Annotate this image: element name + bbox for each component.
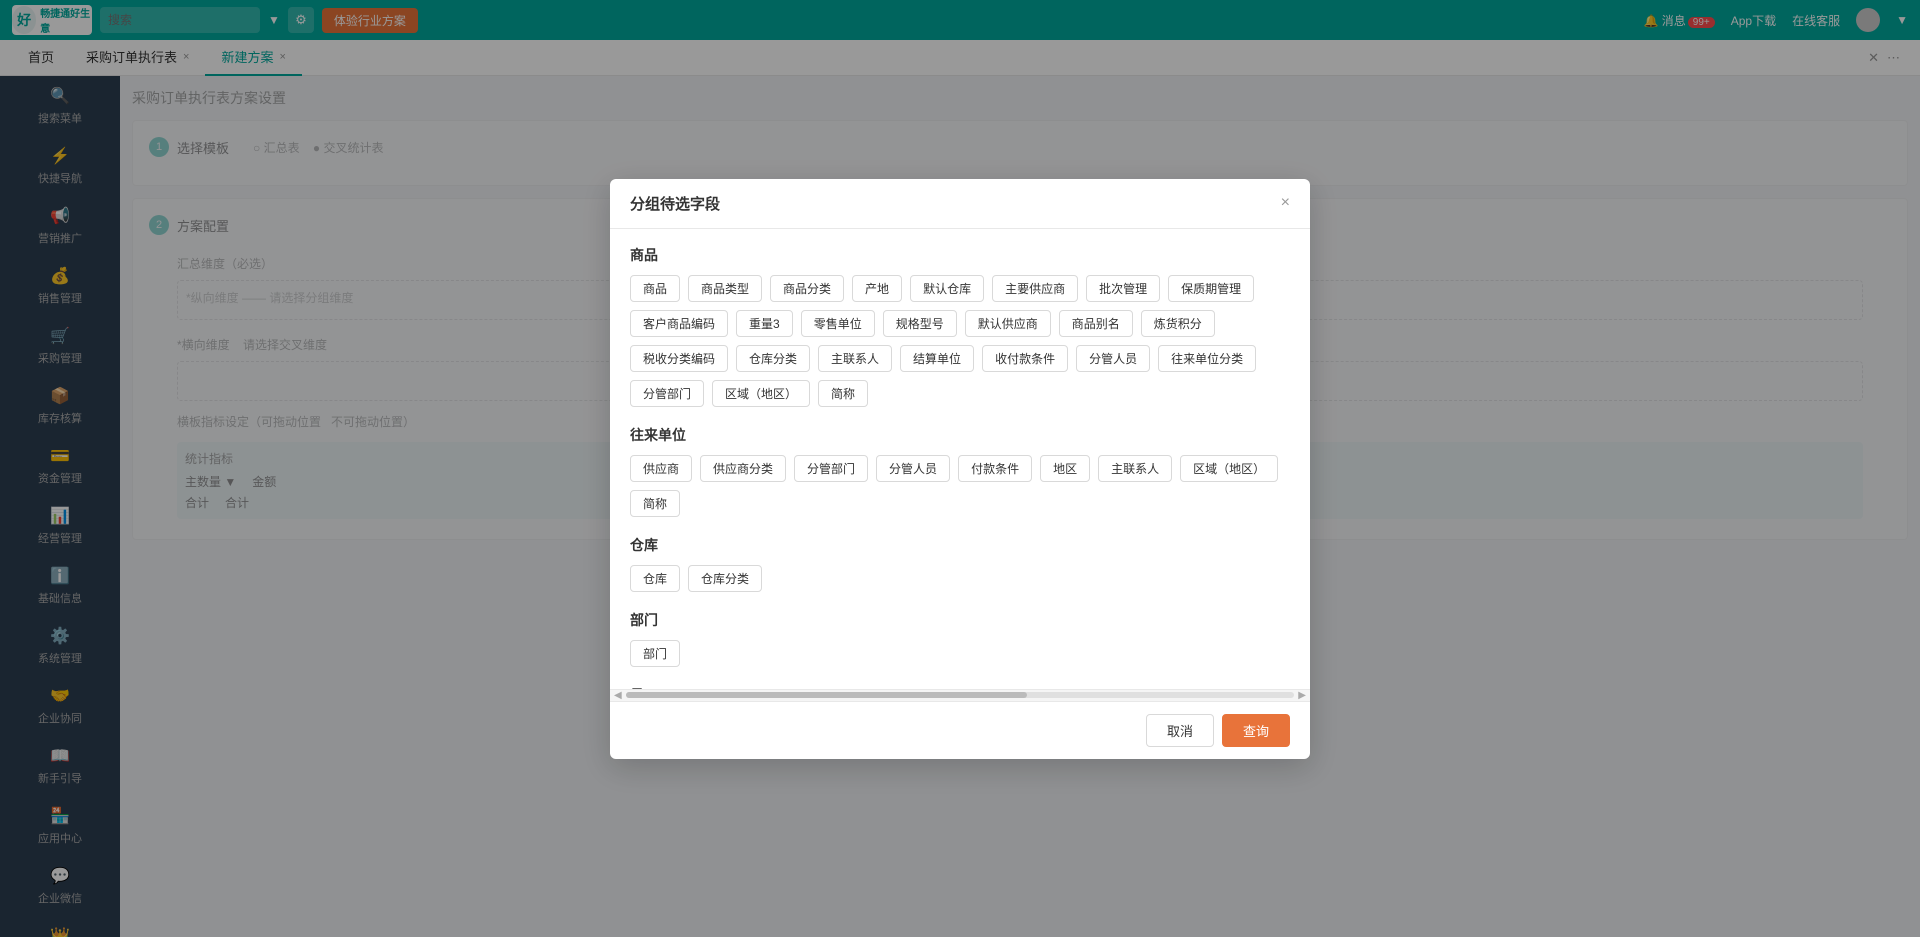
- field-tags-0: 商品商品类型商品分类产地默认仓库主要供应商批次管理保质期管理客户商品编码重量3 零…: [630, 275, 1290, 407]
- modal-close-btn[interactable]: ×: [1281, 194, 1290, 212]
- modal-overlay: 分组待选字段 × 商品商品商品类型商品分类产地默认仓库主要供应商批次管理保质期管…: [0, 0, 1920, 937]
- modal: 分组待选字段 × 商品商品商品类型商品分类产地默认仓库主要供应商批次管理保质期管…: [610, 179, 1310, 759]
- field-tag-0-18[interactable]: 结算单位: [900, 345, 974, 372]
- field-tag-1-6[interactable]: 主联系人: [1098, 455, 1172, 482]
- field-tag-0-20[interactable]: 分管人员: [1076, 345, 1150, 372]
- field-group-0: 商品商品商品类型商品分类产地默认仓库主要供应商批次管理保质期管理客户商品编码重量…: [630, 245, 1290, 407]
- field-tag-1-8[interactable]: 简称: [630, 490, 680, 517]
- field-tag-0-23[interactable]: 区域（地区）: [712, 380, 810, 407]
- field-tag-0-12[interactable]: 默认供应商: [965, 310, 1051, 337]
- field-tag-0-5[interactable]: 主要供应商: [992, 275, 1078, 302]
- field-tag-0-2[interactable]: 商品分类: [770, 275, 844, 302]
- field-tag-0-21[interactable]: 往来单位分类: [1158, 345, 1256, 372]
- field-group-1: 往来单位供应商供应商分类分管部门分管人员付款条件地区主联系人区域（地区） 简称: [630, 425, 1290, 517]
- field-tag-0-16[interactable]: 仓库分类: [736, 345, 810, 372]
- field-tag-0-19[interactable]: 收付款条件: [982, 345, 1068, 372]
- field-tag-0-4[interactable]: 默认仓库: [910, 275, 984, 302]
- field-tag-0-22[interactable]: 分管部门: [630, 380, 704, 407]
- field-tags-3: 部门: [630, 640, 1290, 667]
- field-tag-1-1[interactable]: 供应商分类: [700, 455, 786, 482]
- modal-hscroll[interactable]: ◀ ▶: [610, 689, 1310, 701]
- field-tag-0-1[interactable]: 商品类型: [688, 275, 762, 302]
- field-tag-1-2[interactable]: 分管部门: [794, 455, 868, 482]
- hscroll-thumb: [626, 692, 1027, 698]
- field-tag-1-7[interactable]: 区域（地区）: [1180, 455, 1278, 482]
- field-tags-1: 供应商供应商分类分管部门分管人员付款条件地区主联系人区域（地区） 简称: [630, 455, 1290, 517]
- modal-title: 分组待选字段: [630, 193, 720, 214]
- field-tag-2-0[interactable]: 仓库: [630, 565, 680, 592]
- modal-footer: 取消 查询: [610, 701, 1310, 759]
- field-tag-0-24[interactable]: 简称: [818, 380, 868, 407]
- field-tag-1-0[interactable]: 供应商: [630, 455, 692, 482]
- field-group-title-3: 部门: [630, 610, 1290, 630]
- field-tag-0-11[interactable]: 规格型号: [883, 310, 957, 337]
- field-tag-0-7[interactable]: 保质期管理: [1168, 275, 1254, 302]
- field-group-title-2: 仓库: [630, 535, 1290, 555]
- field-tag-0-13[interactable]: 商品别名: [1059, 310, 1133, 337]
- field-tag-1-5[interactable]: 地区: [1040, 455, 1090, 482]
- field-tag-0-6[interactable]: 批次管理: [1086, 275, 1160, 302]
- cancel-button[interactable]: 取消: [1146, 714, 1214, 747]
- modal-body: 商品商品商品类型商品分类产地默认仓库主要供应商批次管理保质期管理客户商品编码重量…: [610, 229, 1310, 689]
- field-tag-0-3[interactable]: 产地: [852, 275, 902, 302]
- field-group-title-1: 往来单位: [630, 425, 1290, 445]
- field-tag-0-17[interactable]: 主联系人: [818, 345, 892, 372]
- confirm-button[interactable]: 查询: [1222, 714, 1290, 747]
- field-tag-0-15[interactable]: 税收分类编码: [630, 345, 728, 372]
- field-tag-0-9[interactable]: 重量3: [736, 310, 793, 337]
- field-tag-1-4[interactable]: 付款条件: [958, 455, 1032, 482]
- field-tag-0-0[interactable]: 商品: [630, 275, 680, 302]
- field-group-title-0: 商品: [630, 245, 1290, 265]
- field-tag-0-8[interactable]: 客户商品编码: [630, 310, 728, 337]
- field-group-3: 部门部门: [630, 610, 1290, 667]
- field-group-2: 仓库仓库仓库分类: [630, 535, 1290, 592]
- field-tag-0-10[interactable]: 零售单位: [801, 310, 875, 337]
- field-tags-2: 仓库仓库分类: [630, 565, 1290, 592]
- field-tag-3-0[interactable]: 部门: [630, 640, 680, 667]
- modal-header: 分组待选字段 ×: [610, 179, 1310, 229]
- field-tag-2-1[interactable]: 仓库分类: [688, 565, 762, 592]
- hscroll-track: [626, 692, 1295, 698]
- field-tag-1-3[interactable]: 分管人员: [876, 455, 950, 482]
- field-tag-0-14[interactable]: 炼货积分: [1141, 310, 1215, 337]
